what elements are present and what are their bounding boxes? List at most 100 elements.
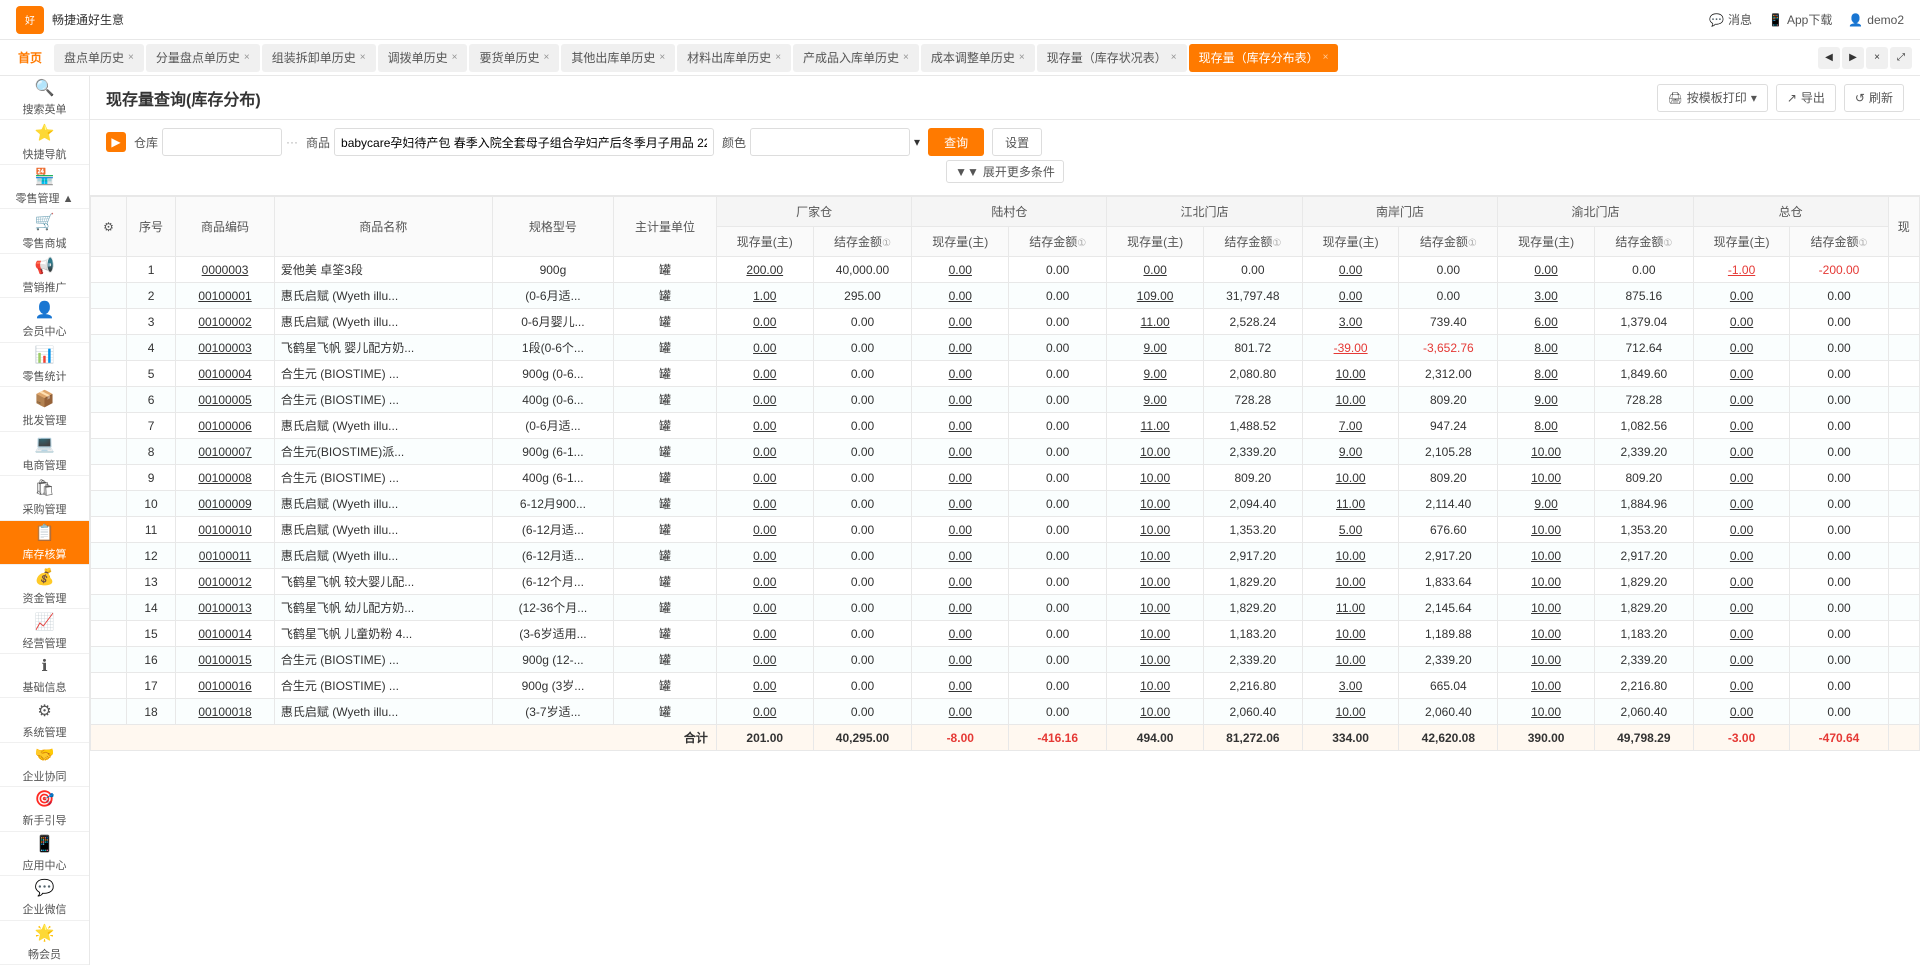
tab-8[interactable]: 产成品入库单历史 × (793, 44, 919, 72)
export-button[interactable]: ↗ 导出 (1776, 84, 1836, 112)
color-input[interactable] (750, 128, 910, 156)
expand-button[interactable]: ▼▼ 展开更多条件 (946, 160, 1064, 183)
sidebar-item-purchase[interactable]: 🛍 采购管理 (0, 476, 89, 520)
product-name: 惠氏启赋 (Wyeth illu... (274, 283, 492, 309)
product-code[interactable]: 00100007 (176, 439, 275, 465)
product-code[interactable]: 00100004 (176, 361, 275, 387)
sidebar-item-mgmt[interactable]: 📈 经营管理 (0, 609, 89, 653)
product-code[interactable]: 00100002 (176, 309, 275, 335)
product-code[interactable]: 00100009 (176, 491, 275, 517)
sidebar-item-collab[interactable]: 🤝 企业协同 (0, 743, 89, 787)
tab-2[interactable]: 分量盘点单历史 × (146, 44, 260, 72)
product-name: 合生元(BIOSTIME)派... (274, 439, 492, 465)
sidebar-item-search[interactable]: 🔍 搜索英单 (0, 76, 89, 120)
goods-label: 商品 (306, 134, 330, 151)
search-button[interactable]: 查询 (928, 128, 984, 156)
product-code[interactable]: 00100012 (176, 569, 275, 595)
sidebar-item-sys[interactable]: ⚙ 系统管理 (0, 698, 89, 742)
wecom-icon: 💬 (35, 878, 55, 898)
product-code[interactable]: 00100011 (176, 543, 275, 569)
sidebar-item-stats[interactable]: 📊 零售统计 (0, 343, 89, 387)
tab-5[interactable]: 要货单历史 × (469, 44, 559, 72)
logo-icon: 好 (16, 6, 44, 34)
sidebar-item-wholesale[interactable]: 📦 批发管理 (0, 387, 89, 431)
collapse-arrow[interactable]: ▶ (106, 132, 126, 152)
product-code[interactable]: 00100005 (176, 387, 275, 413)
sidebar-item-retail[interactable]: 🏪 零售管理 ▲ (0, 165, 89, 209)
print-button[interactable]: 🖨 按模板打印 ▾ (1657, 84, 1768, 112)
sidebar-item-shop[interactable]: 🛒 零售商城 (0, 209, 89, 253)
tab-6[interactable]: 其他出库单历史 × (561, 44, 675, 72)
tab-3[interactable]: 组装拆卸单历史 × (262, 44, 376, 72)
sidebar-item-wecom[interactable]: 💬 企业微信 (0, 876, 89, 920)
product-code[interactable]: 00100018 (176, 699, 275, 725)
message-button[interactable]: 💬 消息 (1709, 11, 1752, 28)
appstore-icon: 📱 (35, 834, 55, 854)
tab-4[interactable]: 调拨单历史 × (378, 44, 468, 72)
sidebar-item-nav[interactable]: ⭐ 快捷导航 (0, 120, 89, 164)
table-row: 7 00100006 惠氏启赋 (Wyeth illu... (0-6月适...… (91, 413, 1920, 439)
sidebar-item-guide[interactable]: 🎯 新手引导 (0, 787, 89, 831)
marketing-icon: 📢 (35, 256, 55, 276)
mgmt-icon: 📈 (35, 612, 55, 632)
product-code[interactable]: 00100001 (176, 283, 275, 309)
th-settings[interactable]: ⚙ (91, 197, 127, 257)
sys-icon: ⚙ (37, 701, 51, 721)
product-code[interactable]: 00100003 (176, 335, 275, 361)
sidebar-item-appstore[interactable]: 📱 应用中心 (0, 832, 89, 876)
nav-prev[interactable]: ◀ (1818, 47, 1840, 69)
product-name: 合生元 (BIOSTIME) ... (274, 673, 492, 699)
color-dropdown-icon: ▾ (914, 135, 920, 149)
tab-11-active[interactable]: 现存量（库存分布表） × (1189, 44, 1339, 72)
sidebar-item-marketing[interactable]: 📢 营销推广 (0, 254, 89, 298)
tab-10[interactable]: 现存量（库存状况表） × (1037, 44, 1187, 72)
refresh-icon: ↺ (1855, 91, 1865, 105)
product-code[interactable]: 00100014 (176, 621, 275, 647)
th-c4-amt: 结存金额① (1399, 227, 1498, 257)
warehouse-more-btn[interactable]: ··· (286, 135, 298, 149)
product-code[interactable]: 0000003 (176, 257, 275, 283)
tab-9[interactable]: 成本调整单历史 × (921, 44, 1035, 72)
sidebar-item-vip[interactable]: 🌟 畅会员 (0, 921, 89, 965)
product-code[interactable]: 00100010 (176, 517, 275, 543)
table-wrapper[interactable]: ⚙ 序号 商品编码 商品名称 规格型号 主计量单位 厂家仓 陆村仓 江北门店 南… (90, 196, 1920, 965)
inventory-table: ⚙ 序号 商品编码 商品名称 规格型号 主计量单位 厂家仓 陆村仓 江北门店 南… (90, 196, 1920, 751)
vip-icon: 🌟 (35, 923, 55, 943)
logo-text: 畅捷通好生意 (52, 11, 124, 28)
product-code[interactable]: 00100008 (176, 465, 275, 491)
user-avatar[interactable]: 👤 demo2 (1848, 13, 1904, 27)
table-row: 9 00100008 合生元 (BIOSTIME) ... 400g (6-1.… (91, 465, 1920, 491)
th-c5-amt: 结存金额① (1594, 227, 1693, 257)
nav-arrows: ◀ ▶ × ⤢ (1818, 47, 1912, 69)
th-nanan-wh: 南岸门店 (1302, 197, 1497, 227)
product-code[interactable]: 00100013 (176, 595, 275, 621)
sidebar-item-inventory[interactable]: 📋 库存核算 (0, 521, 89, 565)
tab-1[interactable]: 盘点单历史 × (54, 44, 144, 72)
refresh-button[interactable]: ↺ 刷新 (1844, 84, 1904, 112)
goods-input[interactable] (334, 128, 714, 156)
sidebar-item-info[interactable]: ℹ 基础信息 (0, 654, 89, 698)
warehouse-input[interactable] (162, 128, 282, 156)
wholesale-icon: 📦 (35, 389, 55, 409)
nav-next[interactable]: ▶ (1842, 47, 1864, 69)
ecom-icon: 💻 (35, 434, 55, 454)
sidebar-item-ecom[interactable]: 💻 电商管理 (0, 432, 89, 476)
sidebar-item-finance[interactable]: 💰 资金管理 (0, 565, 89, 609)
th-t-amt: 结存金额① (1790, 227, 1888, 257)
setting-button[interactable]: 设置 (992, 128, 1042, 156)
app-download-button[interactable]: 📱 App下载 (1768, 11, 1832, 28)
tab-7[interactable]: 材料出库单历史 × (677, 44, 791, 72)
table-row: 2 00100001 惠氏启赋 (Wyeth illu... (0-6月适...… (91, 283, 1920, 309)
inventory-icon: 📋 (35, 523, 55, 543)
product-code[interactable]: 00100016 (176, 673, 275, 699)
product-name: 合生元 (BIOSTIME) ... (274, 647, 492, 673)
product-code[interactable]: 00100006 (176, 413, 275, 439)
tab-home[interactable]: 首页 (8, 44, 52, 72)
sidebar-item-member[interactable]: 👤 会员中心 (0, 298, 89, 342)
product-name: 惠氏启赋 (Wyeth illu... (274, 413, 492, 439)
nav-close[interactable]: × (1866, 47, 1888, 69)
product-name: 飞鹤星飞帆 幼儿配方奶... (274, 595, 492, 621)
nav-expand[interactable]: ⤢ (1890, 47, 1912, 69)
shop-icon: 🛒 (35, 212, 55, 232)
product-code[interactable]: 00100015 (176, 647, 275, 673)
